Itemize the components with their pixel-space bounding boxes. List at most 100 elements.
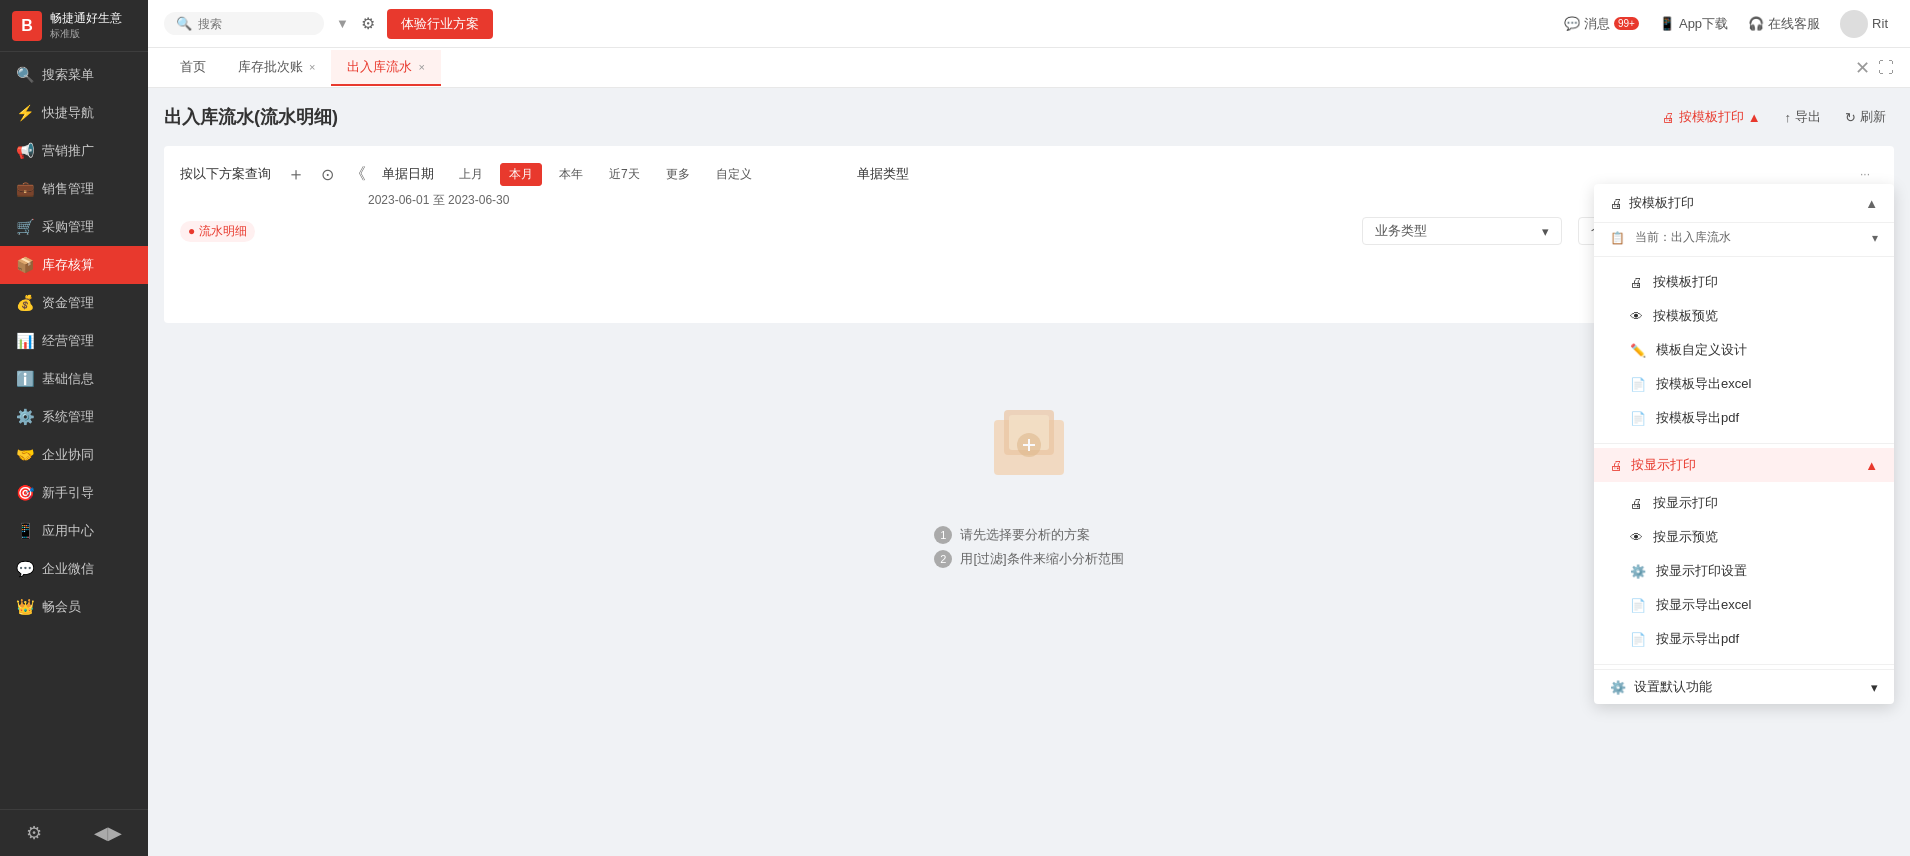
topbar-search-box[interactable]: 🔍 xyxy=(164,12,324,35)
sidebar-item-label: 新手引导 xyxy=(42,484,94,502)
dropdown-divider-1 xyxy=(1594,256,1894,257)
sidebar-item-member[interactable]: 👑 畅会员 xyxy=(0,588,148,626)
tp-preview-icon: 👁 xyxy=(1630,309,1643,324)
filter-collapse-icon[interactable]: 《 xyxy=(350,164,366,185)
display-print-arrow[interactable]: ▲ xyxy=(1865,458,1878,473)
tab-io-flow-label: 出入库流水 xyxy=(347,58,412,76)
empty-illustration xyxy=(979,395,1079,514)
display-print-settings-item[interactable]: ⚙️ 按显示打印设置 xyxy=(1594,554,1894,588)
date-btn-this-month[interactable]: 本月 xyxy=(500,163,542,186)
sidebar-item-marketing[interactable]: 📢 营销推广 xyxy=(0,132,148,170)
current-label-text: 当前：出入库流水 xyxy=(1635,229,1731,246)
close-inventory-batch-tab[interactable]: × xyxy=(309,61,315,73)
maximize-window-btn[interactable]: ⛶ xyxy=(1878,59,1894,77)
flow-detail-tag[interactable]: ● 流水明细 xyxy=(180,221,255,242)
print-icon: 🖨 xyxy=(1662,110,1675,125)
step-2-text: 用[过滤]条件来缩小分析范围 xyxy=(960,550,1123,568)
filter-settings-icon[interactable]: ⊙ xyxy=(321,165,334,184)
app-download-btn[interactable]: 📱 App下载 xyxy=(1653,15,1734,33)
user-name: Rit xyxy=(1872,16,1888,31)
template-print-arrow[interactable]: ▲ xyxy=(1748,110,1761,125)
close-window-btn[interactable]: ✕ xyxy=(1855,57,1870,79)
date-btn-this-year[interactable]: 本年 xyxy=(550,163,592,186)
template-preview-item[interactable]: 👁 按模板预览 xyxy=(1594,299,1894,333)
date-btn-last-month[interactable]: 上月 xyxy=(450,163,492,186)
tab-home[interactable]: 首页 xyxy=(164,50,222,86)
sidebar-nav: 🔍 搜索菜单 ⚡ 快捷导航 📢 营销推广 💼 销售管理 🛒 采购管理 📦 xyxy=(0,52,148,809)
topbar-settings-icon[interactable]: ⚙ xyxy=(361,14,375,33)
sidebar-item-apps[interactable]: 📱 应用中心 xyxy=(0,512,148,550)
service-icon: 🎧 xyxy=(1748,16,1764,31)
dropdown-footer[interactable]: ⚙️ 设置默认功能 ▾ xyxy=(1594,669,1894,704)
step-2-num: 2 xyxy=(934,550,952,568)
dropdown-current-label[interactable]: 📋 当前：出入库流水 ▾ xyxy=(1594,223,1894,252)
display-preview-item[interactable]: 👁 按显示预览 xyxy=(1594,520,1894,554)
sidebar-item-finance[interactable]: 💰 资金管理 xyxy=(0,284,148,322)
tab-home-label: 首页 xyxy=(180,58,206,76)
export-btn[interactable]: ↑ 导出 xyxy=(1777,104,1830,130)
type-dropdown-more[interactable]: ··· xyxy=(1860,167,1870,181)
dropdown-collapse-arrow[interactable]: ▲ xyxy=(1865,196,1878,211)
sidebar-item-inventory[interactable]: 📦 库存核算 xyxy=(0,246,148,284)
template-custom-item[interactable]: ✏️ 模板自定义设计 xyxy=(1594,333,1894,367)
date-label: 单据日期 xyxy=(382,165,434,183)
template-print-label: 按模板打印 xyxy=(1679,108,1744,126)
message-btn[interactable]: 💬 消息 99+ xyxy=(1558,15,1645,33)
dropdown-divider-3 xyxy=(1594,664,1894,665)
quick-nav-icon: ⚡ xyxy=(16,104,34,122)
sidebar-item-system[interactable]: ⚙️ 系统管理 xyxy=(0,398,148,436)
close-io-flow-tab[interactable]: × xyxy=(418,61,424,73)
sidebar-item-wechat[interactable]: 💬 企业微信 xyxy=(0,550,148,588)
logo-subtitle: 标准版 xyxy=(50,27,122,41)
template-print-btn[interactable]: 🖨 按模板打印 ▲ xyxy=(1654,104,1769,130)
topbar-actions: 💬 消息 99+ 📱 App下载 🎧 在线客服 Rit xyxy=(1558,10,1894,38)
business-type-selector[interactable]: 业务类型 ▾ xyxy=(1362,217,1562,245)
display-export-excel-item[interactable]: 📄 按显示导出excel xyxy=(1594,588,1894,622)
industry-btn[interactable]: 体验行业方案 xyxy=(387,9,493,39)
sidebar-item-label: 销售管理 xyxy=(42,180,94,198)
sidebar-collapse-btn[interactable]: ◀▶ xyxy=(86,818,130,848)
sidebar-item-search[interactable]: 🔍 搜索菜单 xyxy=(0,56,148,94)
sidebar-item-guide[interactable]: 🎯 新手引导 xyxy=(0,474,148,512)
tab-window-controls: ✕ ⛶ xyxy=(1855,57,1894,79)
display-print-item[interactable]: 🖨 按显示打印 xyxy=(1594,486,1894,520)
app-icon: 📱 xyxy=(1659,16,1675,31)
search-input[interactable] xyxy=(198,17,298,31)
sidebar-item-label: 采购管理 xyxy=(42,218,94,236)
refresh-btn[interactable]: ↻ 刷新 xyxy=(1837,104,1894,130)
topbar-dropdown-arrow[interactable]: ▼ xyxy=(336,16,349,31)
tab-inventory-batch-label: 库存批次账 xyxy=(238,58,303,76)
online-service-btn[interactable]: 🎧 在线客服 xyxy=(1742,15,1826,33)
tab-io-flow[interactable]: 出入库流水 × xyxy=(331,50,440,86)
page-title: 出入库流水(流水明细) xyxy=(164,105,338,129)
date-btn-custom[interactable]: 自定义 xyxy=(707,163,761,186)
filter-add-icon[interactable]: ＋ xyxy=(287,162,305,186)
sidebar-settings-btn[interactable]: ⚙ xyxy=(18,818,50,848)
dp-preview-label: 按显示预览 xyxy=(1653,528,1718,546)
tp-custom-label: 模板自定义设计 xyxy=(1656,341,1747,359)
main-area: 🔍 ▼ ⚙ 体验行业方案 💬 消息 99+ 📱 App下载 🎧 在线客服 xyxy=(148,0,1910,856)
collab-icon: 🤝 xyxy=(16,446,34,464)
sidebar-item-purchase[interactable]: 🛒 采购管理 xyxy=(0,208,148,246)
date-btn-more[interactable]: 更多 xyxy=(657,163,699,186)
dp-preview-icon: 👁 xyxy=(1630,530,1643,545)
display-export-pdf-item[interactable]: 📄 按显示导出pdf xyxy=(1594,622,1894,656)
logo-icon: B xyxy=(12,11,42,41)
sidebar-item-operations[interactable]: 📊 经营管理 xyxy=(0,322,148,360)
tab-inventory-batch[interactable]: 库存批次账 × xyxy=(222,50,331,86)
template-export-pdf-item[interactable]: 📄 按模板导出pdf xyxy=(1594,401,1894,435)
sidebar-item-quick-nav[interactable]: ⚡ 快捷导航 xyxy=(0,94,148,132)
sidebar-item-label: 系统管理 xyxy=(42,408,94,426)
display-print-section-header[interactable]: 🖨 按显示打印 ▲ xyxy=(1594,448,1894,482)
template-print-item[interactable]: 🖨 按模板打印 xyxy=(1594,265,1894,299)
dp-pdf-icon: 📄 xyxy=(1630,632,1646,647)
date-btn-7days[interactable]: 近7天 xyxy=(600,163,649,186)
sidebar-item-collab[interactable]: 🤝 企业协同 xyxy=(0,436,148,474)
system-icon: ⚙️ xyxy=(16,408,34,426)
user-avatar-area[interactable]: Rit xyxy=(1834,10,1894,38)
template-export-excel-item[interactable]: 📄 按模板导出excel xyxy=(1594,367,1894,401)
sidebar-item-sales[interactable]: 💼 销售管理 xyxy=(0,170,148,208)
sidebar-item-basic[interactable]: ℹ️ 基础信息 xyxy=(0,360,148,398)
refresh-label: 刷新 xyxy=(1860,108,1886,126)
dp-print-icon: 🖨 xyxy=(1630,496,1643,511)
